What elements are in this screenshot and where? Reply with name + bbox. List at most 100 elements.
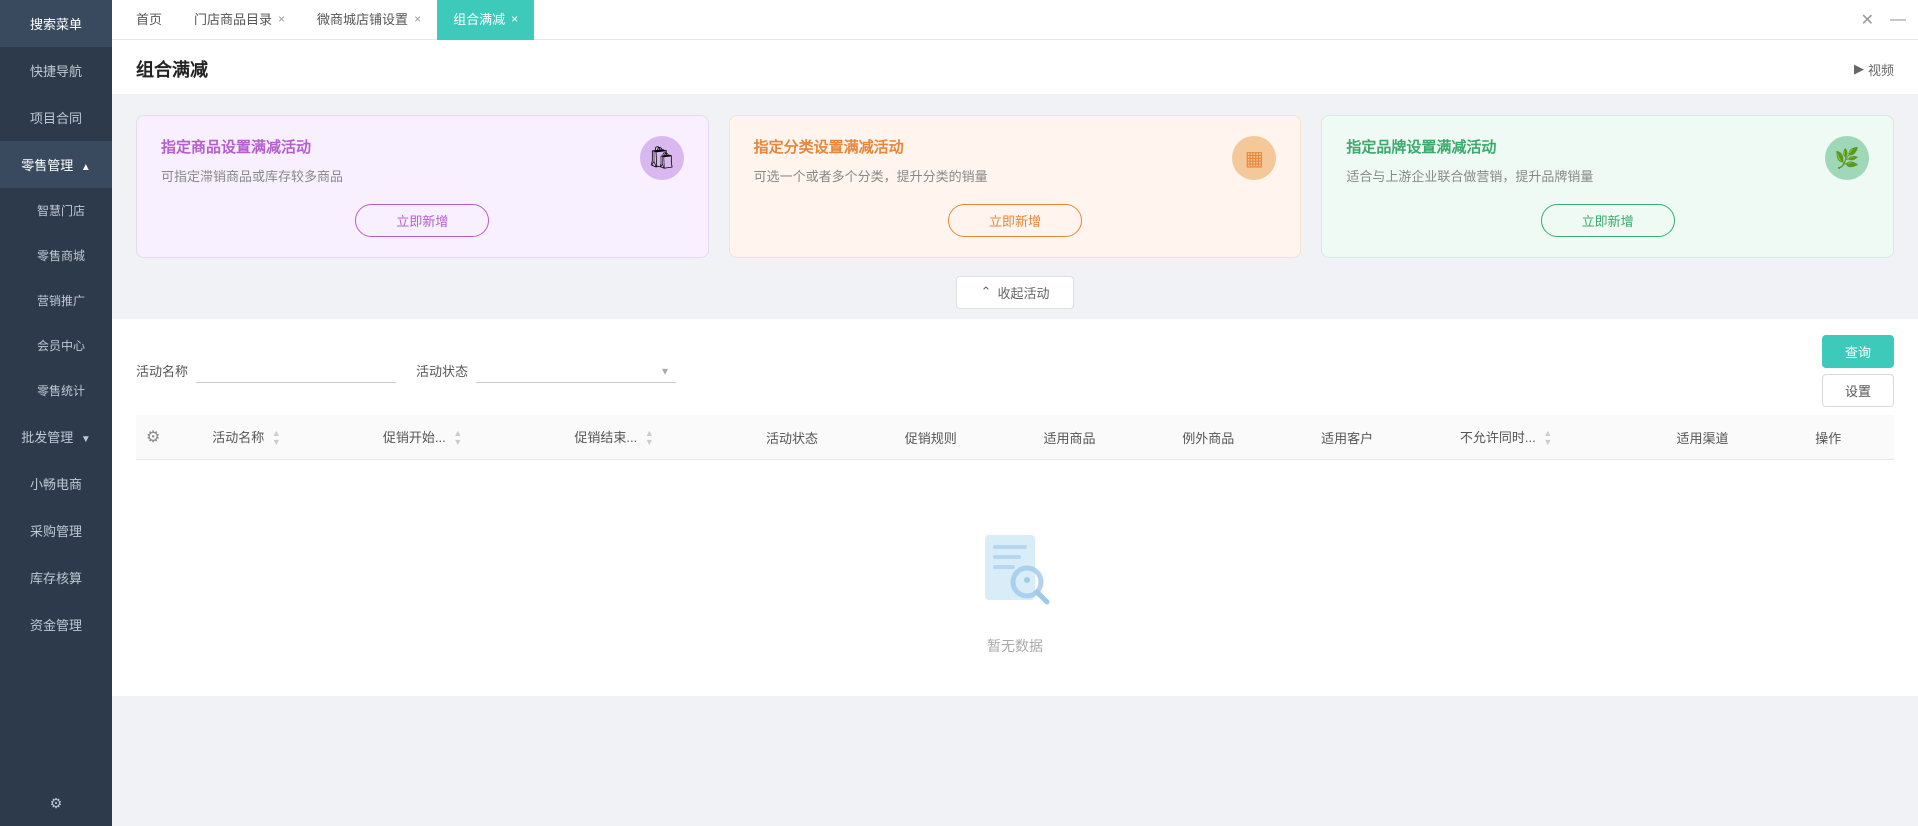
sidebar-item-retail-mgmt[interactable]: 零售管理 ▲: [0, 141, 112, 188]
tab-wechat-store-label: 微商城店铺设置: [317, 9, 408, 28]
sidebar-item-inventory[interactable]: 库存核算: [0, 554, 112, 601]
tab-wechat-store[interactable]: 微商城店铺设置 ×: [301, 0, 437, 40]
video-link-label: 视频: [1868, 60, 1894, 79]
filter-table-section: 活动名称 活动状态 ▾ 查询 设置: [112, 319, 1918, 697]
card-product-discount-btn[interactable]: 立即新增: [355, 204, 489, 237]
th-no-concurrent[interactable]: 不允许同时... ▲▼: [1450, 415, 1667, 460]
sidebar-item-xiaochang[interactable]: 小畅电商: [0, 460, 112, 507]
sidebar-item-label: 智慧门店: [37, 204, 85, 218]
sidebar-search-label: 搜索菜单: [30, 17, 82, 32]
tab-store-catalog[interactable]: 门店商品目录 ×: [178, 0, 301, 40]
sidebar-item-label: 零售管理: [21, 158, 73, 173]
sidebar-item-label: 零售商城: [37, 249, 85, 263]
activity-status-select[interactable]: [476, 359, 676, 383]
card-brand-discount: 🌿 指定品牌设置满减活动 适合与上游企业联合做营销，提升品牌销量 立即新增: [1321, 115, 1894, 258]
th-exception-product-label: 例外商品: [1182, 431, 1234, 446]
card-brand-discount-title: 指定品牌设置满减活动: [1346, 136, 1869, 157]
sidebar-item-label: 小畅电商: [30, 477, 82, 492]
th-promo-rule: 促销规则: [895, 415, 1034, 460]
activity-status-label: 活动状态: [416, 361, 468, 380]
video-link[interactable]: ▶ 视频: [1854, 60, 1894, 79]
data-table: ⚙ 活动名称 ▲▼ 促销开始... ▲▼ 促销结束...: [136, 415, 1894, 697]
th-activity-status-label: 活动状态: [766, 431, 818, 446]
sidebar-item-quick-nav[interactable]: 快捷导航: [0, 47, 112, 94]
sidebar-item-purchase-mgmt[interactable]: 采购管理: [0, 507, 112, 554]
chevron-up-icon: ▲: [81, 162, 91, 173]
th-promo-rule-label: 促销规则: [905, 431, 957, 446]
sidebar-item-label: 项目合同: [30, 111, 82, 126]
filter-area: 活动名称 活动状态 ▾ 查询 设置: [112, 319, 1918, 415]
sidebar-item-label: 采购管理: [30, 524, 82, 539]
tab-bar: 首页 门店商品目录 × 微商城店铺设置 × 组合满减 × ✕ —: [112, 0, 1918, 40]
table-body: 暂无数据: [136, 460, 1894, 697]
th-promo-start[interactable]: 促销开始... ▲▼: [373, 415, 565, 460]
sidebar-item-label: 零售统计: [37, 384, 85, 398]
sidebar-item-retail-stats[interactable]: 零售统计: [0, 368, 112, 413]
th-activity-name[interactable]: 活动名称 ▲▼: [202, 415, 373, 460]
tab-combo-discount[interactable]: 组合满减 ×: [437, 0, 534, 40]
sidebar-item-marketing[interactable]: 营销推广: [0, 278, 112, 323]
card-product-discount-icon: 🛍: [640, 136, 684, 180]
sidebar-item-retail-mall[interactable]: 零售商城: [0, 233, 112, 278]
sidebar-item-label: 批发管理: [21, 430, 73, 445]
empty-state: 暂无数据: [136, 460, 1894, 696]
tab-combo-discount-label: 组合满减: [453, 9, 505, 28]
card-category-discount-desc: 可选一个或者多个分类，提升分类的销量: [754, 167, 1277, 188]
collapse-bar: ⌃ 收起活动: [136, 266, 1894, 319]
activity-name-input[interactable]: [196, 359, 396, 383]
sort-icon: ▲▼: [645, 429, 654, 447]
th-promo-start-label: 促销开始...: [383, 430, 446, 445]
sidebar-item-wholesale-mgmt[interactable]: 批发管理 ▼: [0, 413, 112, 460]
sidebar-item-label: 会员中心: [37, 339, 85, 353]
th-operation-label: 操作: [1815, 431, 1841, 446]
window-close-icon[interactable]: ✕: [1857, 10, 1878, 30]
sort-icon: ▲▼: [272, 429, 281, 447]
activity-name-label: 活动名称: [136, 361, 188, 380]
filter-group-status: 活动状态 ▾: [416, 359, 676, 383]
query-button[interactable]: 查询: [1822, 335, 1894, 368]
cards-area: 🛍 指定商品设置满减活动 可指定滞销商品或库存较多商品 立即新增 ▦ 指定分类设…: [112, 95, 1918, 258]
empty-row: 暂无数据: [136, 460, 1894, 697]
tab-home-label: 首页: [136, 9, 162, 28]
sidebar-settings[interactable]: ⚙: [0, 781, 112, 826]
th-activity-name-label: 活动名称: [212, 430, 264, 445]
th-applicable-product: 适用商品: [1034, 415, 1173, 460]
activity-status-select-wrap: ▾: [476, 359, 676, 383]
filter-group-name: 活动名称: [136, 359, 396, 383]
th-no-concurrent-label: 不允许同时...: [1460, 430, 1536, 445]
setting-button[interactable]: 设置: [1822, 374, 1894, 407]
sidebar-item-fund-mgmt[interactable]: 资金管理: [0, 601, 112, 648]
card-category-discount-btn[interactable]: 立即新增: [948, 204, 1082, 237]
th-operation: 操作: [1805, 415, 1894, 460]
th-applicable-customer: 适用客户: [1311, 415, 1450, 460]
card-category-discount: ▦ 指定分类设置满减活动 可选一个或者多个分类，提升分类的销量 立即新增: [729, 115, 1302, 258]
th-gear[interactable]: ⚙: [136, 415, 202, 460]
close-icon[interactable]: ×: [278, 12, 285, 26]
sidebar-item-member-center[interactable]: 会员中心: [0, 323, 112, 368]
sort-icon: ▲▼: [1543, 429, 1552, 447]
window-minimize-icon[interactable]: —: [1886, 11, 1910, 29]
sidebar-item-label: 资金管理: [30, 618, 82, 633]
card-product-discount-desc: 可指定滞销商品或库存较多商品: [161, 167, 684, 188]
card-brand-discount-btn[interactable]: 立即新增: [1541, 204, 1675, 237]
gear-icon: ⚙: [146, 429, 160, 446]
th-applicable-product-label: 适用商品: [1044, 431, 1096, 446]
close-icon[interactable]: ×: [511, 12, 518, 26]
card-brand-discount-desc: 适合与上游企业联合做营销，提升品牌销量: [1346, 167, 1869, 188]
empty-text: 暂无数据: [987, 636, 1043, 656]
close-icon[interactable]: ×: [414, 12, 421, 26]
sidebar-item-label: 营销推广: [37, 294, 85, 308]
filter-btn-group: 查询 设置: [1822, 335, 1894, 407]
tab-actions: ✕ —: [1857, 10, 1910, 30]
sidebar-item-project-contract[interactable]: 项目合同: [0, 94, 112, 141]
collapse-activity-btn[interactable]: ⌃ 收起活动: [956, 276, 1075, 309]
tab-home[interactable]: 首页: [120, 0, 178, 40]
th-promo-end[interactable]: 促销结束... ▲▼: [564, 415, 756, 460]
sidebar-item-label: 快捷导航: [30, 64, 82, 79]
main-area: 首页 门店商品目录 × 微商城店铺设置 × 组合满减 × ✕ — 组合满减 ▶ …: [112, 0, 1918, 826]
sidebar-item-smart-store[interactable]: 智慧门店: [0, 188, 112, 233]
chevron-up-icon: ⌃: [981, 284, 992, 300]
th-promo-end-label: 促销结束...: [574, 430, 637, 445]
content-area: 组合满减 ▶ 视频 🛍 指定商品设置满减活动 可指定滞销商品或库存较多商品 立即…: [112, 40, 1918, 826]
sidebar-search[interactable]: 搜索菜单: [0, 0, 112, 47]
